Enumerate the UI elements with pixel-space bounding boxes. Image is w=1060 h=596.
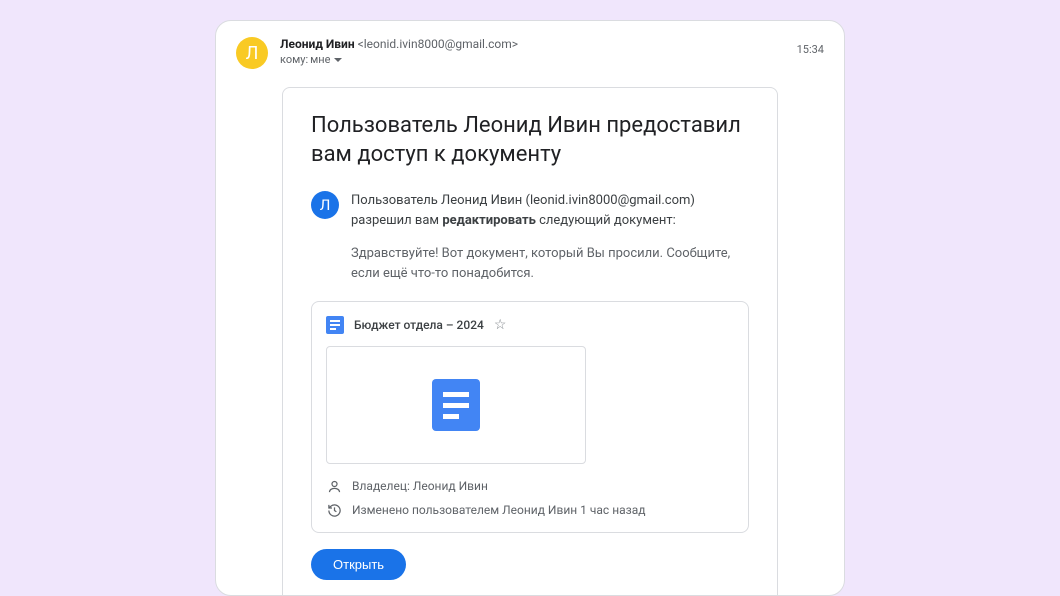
person-icon [326, 478, 342, 494]
sharer-avatar: Л [311, 191, 339, 219]
history-icon [326, 502, 342, 518]
sender-initial: Л [246, 43, 259, 64]
share-action: редактировать [442, 213, 536, 228]
sharer-row: Л Пользователь Леонид Ивин (leonid.ivin8… [311, 191, 749, 230]
timestamp: 15:34 [797, 43, 824, 56]
message-text: Здравствуйте! Вот документ, который Вы п… [351, 244, 749, 283]
chevron-down-icon [334, 58, 342, 62]
google-docs-icon [326, 316, 344, 334]
email-card: Л Леонид Ивин <leonid.ivin8000@gmail.com… [215, 20, 845, 596]
share-text: Пользователь Леонид Ивин (leonid.ivin800… [351, 191, 749, 230]
share-title: Пользователь Леонид Ивин предоставил вам… [311, 112, 749, 169]
document-card: Бюджет отдела – 2024 ☆ Владелец: Леонид … [311, 301, 749, 533]
sender-line: Леонид Ивин <leonid.ivin8000@gmail.com> [280, 37, 824, 51]
modified-row: Изменено пользователем Леонид Ивин 1 час… [326, 502, 734, 518]
open-button[interactable]: Открыть [311, 549, 406, 580]
recipient-prefix: кому: [280, 53, 308, 66]
recipient-dropdown[interactable]: кому: мне [280, 53, 824, 66]
email-header: Л Леонид Ивин <leonid.ivin8000@gmail.com… [236, 37, 824, 69]
sender-email: <leonid.ivin8000@gmail.com> [358, 37, 518, 51]
modified-text: Изменено пользователем Леонид Ивин 1 час… [352, 503, 646, 517]
owner-row: Владелец: Леонид Ивин [326, 478, 734, 494]
share-text-post: следующий документ: [536, 213, 676, 228]
sharer-initial: Л [320, 196, 331, 214]
sender-name: Леонид Ивин [280, 37, 355, 51]
content-panel: Пользователь Леонид Ивин предоставил вам… [282, 87, 778, 596]
document-title-row[interactable]: Бюджет отдела – 2024 ☆ [326, 316, 734, 334]
recipient-name: мне [310, 53, 330, 66]
google-docs-large-icon [432, 379, 480, 431]
document-name: Бюджет отдела – 2024 [354, 318, 484, 332]
owner-text: Владелец: Леонид Ивин [352, 479, 488, 493]
sender-avatar: Л [236, 37, 268, 69]
sender-block: Леонид Ивин <leonid.ivin8000@gmail.com> … [280, 37, 824, 66]
document-preview[interactable] [326, 346, 586, 464]
star-icon[interactable]: ☆ [494, 317, 507, 333]
